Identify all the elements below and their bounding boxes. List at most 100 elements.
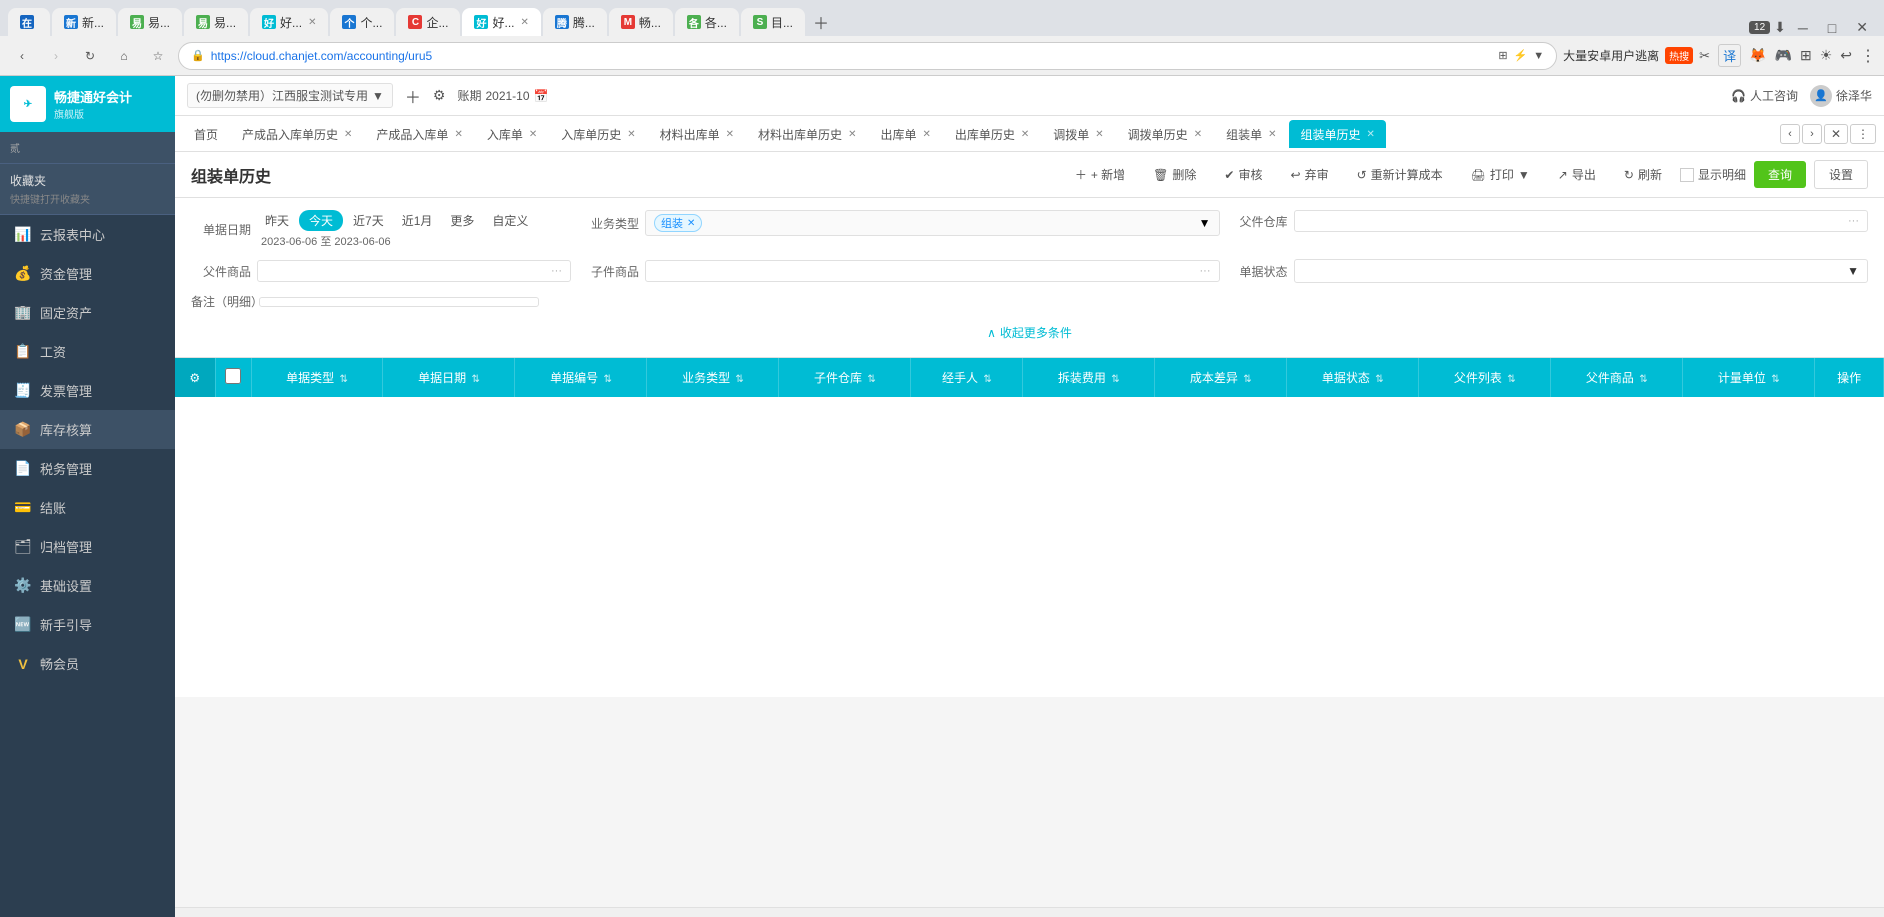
lightning-icon[interactable]: ⚡ [1514,49,1528,62]
nav-tab-inbound-history[interactable]: 入库单历史 ✕ [550,120,646,148]
table-settings-icon[interactable]: ⚙ [189,371,200,385]
address-dropdown-icon[interactable]: ▼ [1533,50,1544,62]
col-handler[interactable]: 经手人 ⇅ [911,358,1023,397]
col-parent-goods[interactable]: 父件商品 ⇅ [1551,358,1683,397]
child-goods-more-icon[interactable]: ··· [1200,265,1211,277]
browser-tab-7[interactable]: C 企... [396,8,460,36]
nav-tab-assemble-history-close[interactable]: ✕ [1194,129,1202,140]
sidebar-item-checkout[interactable]: 💳 结账 [0,488,175,527]
nav-tab-inbound-close[interactable]: ✕ [529,129,537,140]
grid-icon[interactable]: ⊞ [1800,47,1812,64]
col-child-warehouse[interactable]: 子件仓库 ⇅ [779,358,911,397]
shortcut-today[interactable]: 今天 [299,210,343,231]
parent-warehouse-more-icon[interactable]: ··· [1848,215,1859,227]
bookmark-button[interactable]: ☆ [144,42,172,70]
nav-tab-combo-history-close[interactable]: ✕ [1367,129,1375,140]
new-tab-button[interactable]: ＋ [807,8,835,36]
shortcut-7days[interactable]: 近7天 [345,210,392,231]
nav-tab-assemble-close[interactable]: ✕ [1095,129,1103,140]
export-button[interactable]: ↗ 导出 [1548,162,1606,187]
nav-tab-inbound-history-close[interactable]: ✕ [627,129,635,140]
game-icon[interactable]: 🎮 [1775,47,1792,64]
browser-tab-1[interactable]: 在 [8,8,50,36]
nav-tab-prod-inbound[interactable]: 产成品入库单 ✕ [365,120,473,148]
col-type[interactable]: 单据类型 ⇅ [251,358,383,397]
sidebar-item-tax[interactable]: 📄 税务管理 [0,449,175,488]
nav-tabs-scroll-left[interactable]: ‹ [1780,124,1800,144]
horizontal-scrollbar[interactable] [175,907,1884,917]
nav-tabs-close-all[interactable]: ✕ [1824,124,1848,144]
nav-tab-outbound[interactable]: 出库单 ✕ [869,120,941,148]
sidebar-item-archive[interactable]: 🗂 归档管理 [0,527,175,566]
nav-tab-outbound-history[interactable]: 出库单历史 ✕ [944,120,1040,148]
browser-tab-2[interactable]: 新 新... [52,8,116,36]
nav-tab-combo[interactable]: 组装单 ✕ [1215,120,1287,148]
browser-tab-5[interactable]: 好 好... ✕ [250,8,328,36]
menu-button[interactable]: ⋮ [1860,46,1876,66]
forward-button[interactable]: › [42,42,70,70]
recalc-button[interactable]: ↺ 重新计算成本 [1347,162,1453,187]
child-goods-input[interactable]: ··· [645,260,1220,282]
back-button[interactable]: ‹ [8,42,36,70]
nav-tab-prod-inbound-close[interactable]: ✕ [454,129,462,140]
fox-icon[interactable]: 🦊 [1749,47,1766,64]
col-disassemble-fee[interactable]: 拆装费用 ⇅ [1023,358,1155,397]
shortcut-yesterday[interactable]: 昨天 [257,210,297,231]
col-status[interactable]: 单据状态 ⇅ [1287,358,1419,397]
nav-tab-combo-history[interactable]: 组装单历史 ✕ [1289,120,1385,148]
configure-button[interactable]: 设置 [1814,160,1868,189]
nav-tab-material-outbound-history-close[interactable]: ✕ [848,129,856,140]
sidebar-item-settings[interactable]: ⚙️ 基础设置 [0,566,175,605]
browser-tab-10[interactable]: M 畅... [609,8,673,36]
nav-tab-combo-close[interactable]: ✕ [1268,129,1276,140]
nav-tabs-scroll-right[interactable]: › [1802,124,1822,144]
favorites-section[interactable]: 收藏夹 快捷键打开收藏夹 [0,164,175,215]
tab-8-close-icon[interactable]: ✕ [521,17,529,28]
note-input[interactable] [259,297,539,307]
parent-goods-input[interactable]: ··· [257,260,571,282]
table-checkbox-th[interactable] [215,358,251,397]
support-button[interactable]: 🎧 人工咨询 [1731,87,1798,104]
shortcut-1month[interactable]: 近1月 [394,210,441,231]
query-button[interactable]: 查询 [1754,161,1806,188]
undo-icon[interactable]: ↩ [1840,47,1852,64]
company-selector[interactable]: (勿删勿禁用）江西服宝测试专用 ▼ [187,83,393,108]
sidebar-item-fixed-assets[interactable]: 🏢 固定资产 [0,293,175,332]
qr-code-icon[interactable]: ⊞ [1498,49,1507,62]
nav-tab-outbound-close[interactable]: ✕ [922,129,930,140]
browser-tab-6[interactable]: 个 个... [330,8,394,36]
parent-warehouse-input[interactable]: ··· [1294,210,1869,232]
downloads-icon[interactable]: ⬇ [1774,19,1786,36]
col-number[interactable]: 单据编号 ⇅ [515,358,647,397]
nav-tab-assemble-history[interactable]: 调拨单历史 ✕ [1117,120,1213,148]
sun-icon[interactable]: ☀ [1820,47,1833,64]
status-dropdown[interactable]: ▼ [1294,259,1869,283]
business-type-dropdown-icon[interactable]: ▼ [1199,216,1211,230]
new-button[interactable]: ＋ + 新增 [1065,162,1135,187]
minimize-button[interactable]: ─ [1790,20,1816,36]
close-button[interactable]: ✕ [1848,19,1876,36]
col-cost-diff[interactable]: 成本差异 ⇅ [1155,358,1287,397]
tab-5-close-icon[interactable]: ✕ [308,17,316,28]
sidebar-header[interactable]: ✈ 畅捷通好会计 旗舰版 [0,76,175,132]
browser-tab-4[interactable]: 易 易... [184,8,248,36]
col-biz-type[interactable]: 业务类型 ⇅ [647,358,779,397]
nav-tab-material-outbound-close[interactable]: ✕ [726,129,734,140]
nav-tab-outbound-history-close[interactable]: ✕ [1021,129,1029,140]
browser-tab-11[interactable]: 各 各... [675,8,739,36]
settings-gear-icon[interactable]: ⚙ [433,87,446,104]
nav-tab-assemble[interactable]: 调拨单 ✕ [1042,120,1114,148]
scissors-icon[interactable]: ✂ [1699,48,1710,64]
col-parent-list[interactable]: 父件列表 ⇅ [1419,358,1551,397]
show-detail-toggle[interactable]: 显示明细 [1680,166,1746,183]
nav-tab-prod-inbound-history-close[interactable]: ✕ [344,129,352,140]
collapse-filter-button[interactable]: ∧ 收起更多条件 [191,320,1868,345]
abandon-button[interactable]: ↩ 弃审 [1281,162,1339,187]
add-company-button[interactable]: ＋ [405,84,421,108]
refresh-button[interactable]: ↻ 刷新 [1614,162,1672,187]
sidebar-item-inventory[interactable]: 📦 库存核算 [0,410,175,449]
maximize-button[interactable]: □ [1820,20,1844,36]
browser-tab-9[interactable]: 腾 腾... [543,8,607,36]
nav-tab-home[interactable]: 首页 [183,120,229,148]
table-select-all-checkbox[interactable] [225,368,241,384]
